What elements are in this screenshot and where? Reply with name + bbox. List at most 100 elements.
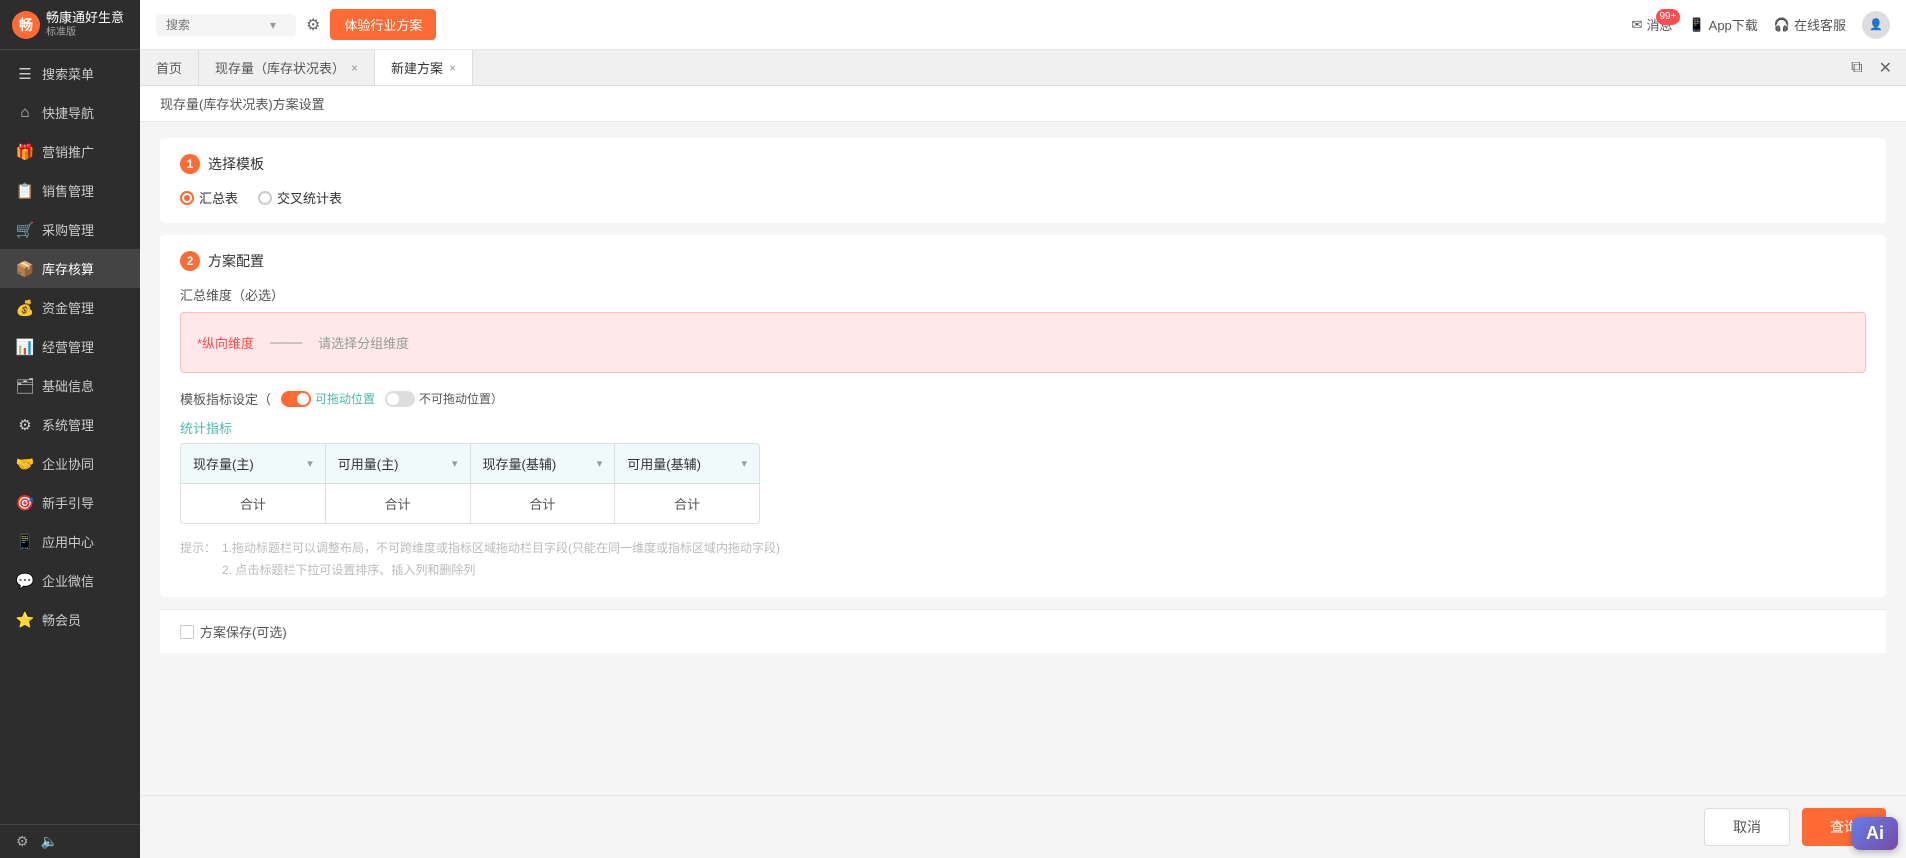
tip-label: 提示： [180, 538, 216, 560]
sidebar-item-label: 畅会员 [42, 610, 81, 629]
app-download-item[interactable]: 📱 App下载 [1688, 15, 1757, 34]
dim-placeholder: 请选择分组维度 [318, 333, 409, 352]
chevron-down-col1: ▾ [307, 457, 313, 470]
industry-plan-button[interactable]: 体验行业方案 [330, 9, 436, 40]
sidebar-item-label: 采购管理 [42, 220, 94, 239]
sidebar-item-operation[interactable]: 📊 经营管理 [0, 327, 140, 366]
non-draggable-toggle: 不可拖动位置） [385, 390, 503, 407]
col-header-3[interactable]: 现存量(基辅) ▾ [471, 444, 616, 483]
sidebar-footer: ⚙ 🔈 [0, 824, 140, 858]
tab-inventory-status[interactable]: 现存量（库存状况表） × [199, 50, 375, 85]
sidebar-item-member[interactable]: ⭐ 畅会员 [0, 600, 140, 639]
radio-cross[interactable]: 交叉统计表 [258, 188, 342, 207]
stats-label: 统计指标 [180, 418, 1866, 437]
dimension-box[interactable]: *纵向维度 —— 请选择分组维度 [180, 312, 1866, 373]
section1-label: 选择模板 [208, 154, 264, 174]
page-header-text: 现存量(库存状况表)方案设置 [160, 97, 325, 112]
cancel-button[interactable]: 取消 [1704, 808, 1790, 846]
tabbar: 首页 现存量（库存状况表） × 新建方案 × ⧉ ✕ [140, 50, 1906, 86]
save-area: 方案保存(可选) [160, 609, 1886, 653]
chevron-down-col2: ▾ [452, 457, 458, 470]
toggle-non-draggable[interactable] [385, 391, 415, 407]
draggable-toggle: 可拖动位置 [281, 390, 375, 407]
sidebar-item-label: 库存核算 [42, 259, 94, 278]
radio-summary-label: 汇总表 [199, 188, 238, 207]
messages-badge: 99+ [1656, 9, 1681, 25]
settings-icon[interactable]: ⚙ [16, 833, 29, 850]
search-menu-icon: ☰ [16, 65, 34, 83]
col-header-1[interactable]: 现存量(主) ▾ [181, 444, 326, 483]
section-config: 2 方案配置 汇总维度（必选） *纵向维度 —— 请选择分组维度 模板指标设定（ [160, 235, 1886, 597]
tab-restore-icon[interactable]: ⧉ [1845, 57, 1868, 79]
sidebar-item-purchase[interactable]: 🛒 采购管理 [0, 210, 140, 249]
sidebar-item-agreement[interactable]: 🤝 企业协同 [0, 444, 140, 483]
guide-icon: 🎯 [16, 494, 34, 512]
tab-close-inventory[interactable]: × [351, 61, 358, 75]
sidebar-item-quick-nav[interactable]: ⌂ 快捷导航 [0, 93, 140, 132]
sidebar-item-label: 销售管理 [42, 181, 94, 200]
tips-area: 提示： 1.拖动标题栏可以调整布局，不可跨维度或指标区域拖动栏目字段(只能在同一… [180, 538, 1866, 581]
sidebar-item-label: 企业协同 [42, 454, 94, 473]
sidebar-item-guide[interactable]: 🎯 新手引导 [0, 483, 140, 522]
template-options: 汇总表 交叉统计表 [180, 188, 1866, 207]
chevron-down-icon[interactable]: ▾ [270, 18, 276, 32]
sidebar-item-label: 搜索菜单 [42, 64, 94, 83]
online-service-label: 在线客服 [1794, 15, 1846, 34]
sidebar-item-inventory[interactable]: 📦 库存核算 [0, 249, 140, 288]
sales-icon: 📋 [16, 182, 34, 200]
col-body-4: 合计 [615, 484, 759, 523]
sidebar-item-finance[interactable]: 💰 资金管理 [0, 288, 140, 327]
section2-label: 方案配置 [208, 251, 264, 271]
sidebar-item-basic-info[interactable]: 🗂 基础信息 [0, 366, 140, 405]
tab-close-new-plan[interactable]: × [449, 61, 456, 75]
messages-item[interactable]: ✉ 消息 99+ [1632, 15, 1673, 34]
gear-icon[interactable]: ⚙ [306, 15, 320, 35]
sidebar-item-label: 营销推广 [42, 142, 94, 161]
radio-summary[interactable]: 汇总表 [180, 188, 238, 207]
section-template: 1 选择模板 汇总表 交叉统计表 [160, 138, 1886, 223]
app-logo: 畅 畅康通好生意 标准版 [0, 0, 140, 50]
sidebar-item-search-menu[interactable]: ☰ 搜索菜单 [0, 54, 140, 93]
sidebar-item-label: 经营管理 [42, 337, 94, 356]
search-box[interactable]: ▾ [156, 14, 296, 36]
sidebar-item-sales[interactable]: 📋 销售管理 [0, 171, 140, 210]
member-icon: ⭐ [16, 611, 34, 629]
agreement-icon: 🤝 [16, 455, 34, 473]
app-center-icon: 📱 [16, 533, 34, 551]
page-body: 1 选择模板 汇总表 交叉统计表 2 [140, 122, 1906, 669]
app-sub: 标准版 [46, 26, 124, 39]
sidebar-item-label: 新手引导 [42, 493, 94, 512]
online-service-item[interactable]: 🎧 在线客服 [1774, 15, 1846, 34]
sidebar-item-label: 资金管理 [42, 298, 94, 317]
section1-title: 1 选择模板 [180, 154, 1866, 174]
sidebar-item-app-center[interactable]: 📱 应用中心 [0, 522, 140, 561]
save-checkbox[interactable]: 方案保存(可选) [180, 622, 287, 641]
search-input[interactable] [166, 18, 266, 32]
tab-new-plan[interactable]: 新建方案 × [375, 50, 473, 85]
toggle-draggable[interactable] [281, 391, 311, 407]
stats-table-body: 合计 合计 合计 合计 [181, 484, 759, 523]
col-header-4[interactable]: 可用量(基辅) ▾ [615, 444, 759, 483]
main-area: ▾ ⚙ 体验行业方案 ✉ 消息 99+ 📱 App下载 🎧 在线客服 👤 首 [140, 0, 1906, 858]
footer-buttons: 取消 查询 [140, 795, 1906, 858]
col-body-2: 合计 [326, 484, 471, 523]
col-header-2[interactable]: 可用量(主) ▾ [326, 444, 471, 483]
sidebar-item-marketing[interactable]: 🎁 营销推广 [0, 132, 140, 171]
content-area: 现存量(库存状况表)方案设置 1 选择模板 汇总表 交叉统计表 [140, 86, 1906, 795]
user-avatar[interactable]: 👤 [1862, 11, 1890, 39]
sidebar-nav: ☰ 搜索菜单 ⌂ 快捷导航 🎁 营销推广 📋 销售管理 🛒 采购管理 📦 库存核… [0, 50, 140, 824]
ai-fab-button[interactable]: Ai [1852, 817, 1898, 850]
sound-icon[interactable]: 🔈 [41, 833, 58, 850]
indicators-label: 模板指标设定（ 可拖动位置 不可拖动位置） [180, 389, 1866, 408]
system-icon: ⚙ [16, 416, 34, 434]
download-icon: 📱 [1688, 17, 1704, 33]
app-download-label: App下载 [1709, 15, 1758, 34]
sidebar: 畅 畅康通好生意 标准版 ☰ 搜索菜单 ⌂ 快捷导航 🎁 营销推广 📋 销售管理… [0, 0, 140, 858]
tip-line-1: 提示： 1.拖动标题栏可以调整布局，不可跨维度或指标区域拖动栏目字段(只能在同一… [180, 538, 1866, 560]
sidebar-item-wechat[interactable]: 💬 企业微信 [0, 561, 140, 600]
tab-home[interactable]: 首页 [140, 50, 199, 85]
sidebar-item-system[interactable]: ⚙ 系统管理 [0, 405, 140, 444]
finance-icon: 💰 [16, 299, 34, 317]
save-checkbox-box[interactable] [180, 625, 194, 639]
tab-close-all-icon[interactable]: ✕ [1873, 56, 1898, 80]
